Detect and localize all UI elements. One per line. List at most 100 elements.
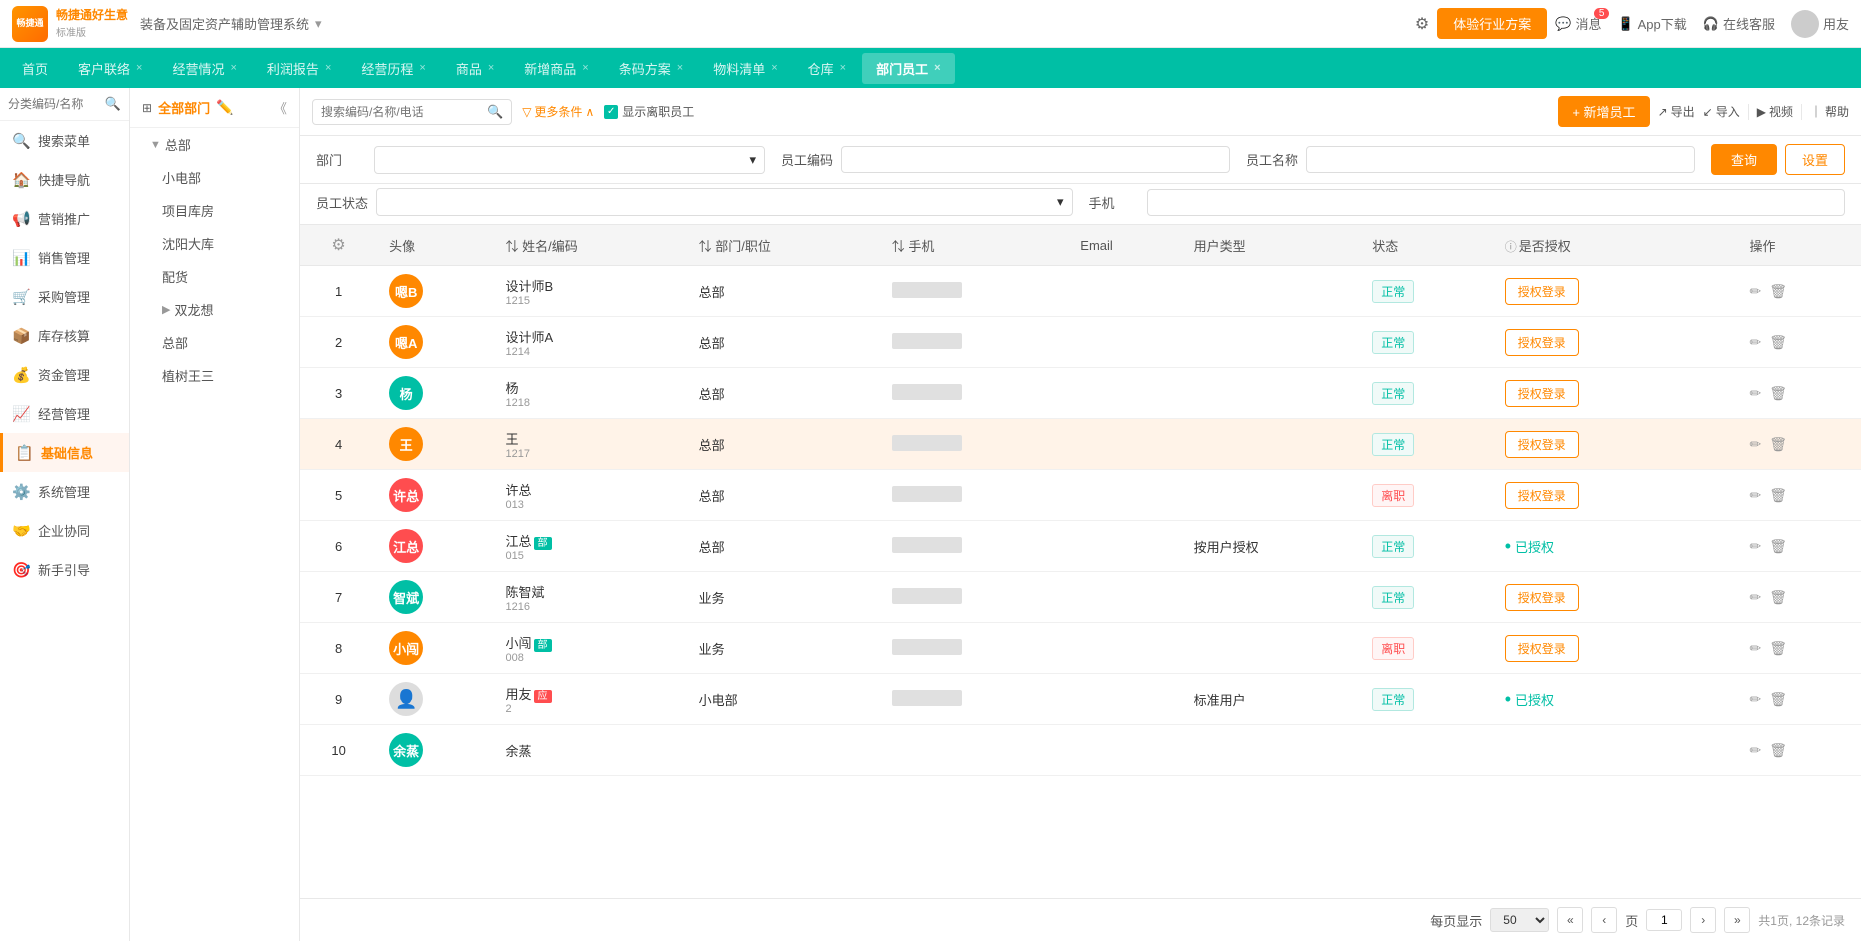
- tab-home[interactable]: 首页: [8, 53, 62, 84]
- delete-button[interactable]: 🗑: [1769, 538, 1787, 555]
- export-button[interactable]: ↗ 导出: [1658, 103, 1695, 120]
- filter-phone-input[interactable]: [1147, 189, 1846, 216]
- auth-login-button[interactable]: 授权登录: [1505, 329, 1579, 356]
- trial-button[interactable]: 体验行业方案: [1437, 8, 1547, 39]
- auth-login-button[interactable]: 授权登录: [1505, 431, 1579, 458]
- edit-button[interactable]: ✏: [1749, 487, 1761, 504]
- sidebar-item-marketing[interactable]: 📢 营销推广: [0, 199, 129, 238]
- dept-collapse-button[interactable]: 《: [274, 98, 287, 117]
- help-button[interactable]: ｜ 帮助: [1810, 103, 1849, 120]
- edit-button[interactable]: ✏: [1749, 742, 1761, 759]
- close-tab-icon[interactable]: ×: [677, 62, 683, 74]
- edit-button[interactable]: ✏: [1749, 589, 1761, 606]
- query-button[interactable]: 查询: [1711, 144, 1777, 175]
- col-dept-position[interactable]: ⇅ 部门/职位: [687, 225, 880, 266]
- close-tab-icon[interactable]: ×: [136, 62, 142, 74]
- edit-button[interactable]: ✏: [1749, 283, 1761, 300]
- sidebar-item-inventory[interactable]: 📦 库存核算: [0, 316, 129, 355]
- dept-tree-item-peihuo[interactable]: 配货: [130, 260, 299, 293]
- online-service-button[interactable]: 🎧 在线客服: [1703, 14, 1775, 33]
- filter-dept-select[interactable]: ▾: [374, 146, 765, 174]
- dept-tree-item-shuanglong[interactable]: ▶ 双龙想: [130, 293, 299, 326]
- tab-barcode[interactable]: 条码方案 ×: [605, 53, 697, 84]
- auth-login-button[interactable]: 授权登录: [1505, 278, 1579, 305]
- edit-button[interactable]: ✏: [1749, 385, 1761, 402]
- sidebar-item-operations[interactable]: 📈 经营管理: [0, 394, 129, 433]
- close-tab-icon[interactable]: ×: [325, 62, 331, 74]
- dept-edit-button[interactable]: ✏️: [216, 99, 233, 116]
- col-phone[interactable]: ⇅ 手机: [880, 225, 1069, 266]
- edit-button[interactable]: ✏: [1749, 640, 1761, 657]
- delete-button[interactable]: 🗑: [1769, 487, 1787, 504]
- sidebar-item-purchase[interactable]: 🛒 采购管理: [0, 277, 129, 316]
- delete-button[interactable]: 🗑: [1769, 385, 1787, 402]
- app-download-button[interactable]: 📱 App下载: [1617, 14, 1686, 33]
- tab-profit[interactable]: 利润报告 ×: [253, 53, 345, 84]
- tab-department-employee[interactable]: 部门员工 ×: [862, 53, 954, 84]
- filter-empname-input[interactable]: [1306, 146, 1695, 173]
- sidebar-item-basicinfo[interactable]: 📋 基础信息: [0, 433, 129, 472]
- dept-tree-item-shenyang[interactable]: 沈阳大库: [130, 227, 299, 260]
- tab-history[interactable]: 经营历程 ×: [347, 53, 439, 84]
- tab-operation[interactable]: 经营情况 ×: [158, 53, 250, 84]
- first-page-button[interactable]: «: [1557, 907, 1583, 933]
- tab-goods[interactable]: 商品 ×: [442, 53, 508, 84]
- delete-button[interactable]: 🗑: [1769, 589, 1787, 606]
- add-employee-button[interactable]: + 新增员工: [1558, 96, 1649, 127]
- filter-empcode-input[interactable]: [841, 146, 1230, 173]
- messages-button[interactable]: 💬 消息 5: [1555, 14, 1601, 33]
- sidebar-item-collab[interactable]: 🤝 企业协同: [0, 511, 129, 550]
- dept-tree-item-zongbu2[interactable]: 总部: [130, 326, 299, 359]
- sidebar-item-search[interactable]: 🔍 搜索菜单: [0, 121, 129, 160]
- edit-button[interactable]: ✏: [1749, 538, 1761, 555]
- dropdown-arrow-icon[interactable]: ▾: [315, 16, 322, 32]
- dept-tree-item-zongbu[interactable]: ▼ 总部: [130, 128, 299, 161]
- close-tab-icon[interactable]: ×: [840, 62, 846, 74]
- close-tab-icon[interactable]: ×: [419, 62, 425, 74]
- gear-button[interactable]: ⚙: [1415, 14, 1429, 34]
- search-input[interactable]: [321, 105, 481, 119]
- close-tab-icon[interactable]: ×: [771, 62, 777, 74]
- auth-login-button[interactable]: 授权登录: [1505, 584, 1579, 611]
- delete-button[interactable]: 🗑: [1769, 283, 1787, 300]
- sidebar-item-sales[interactable]: 📊 销售管理: [0, 238, 129, 277]
- col-settings[interactable]: ⚙: [300, 225, 377, 266]
- close-tab-active-icon[interactable]: ×: [934, 62, 940, 74]
- dept-tree-item-xiangmu[interactable]: 项目库房: [130, 194, 299, 227]
- dept-tree-item-xiaodibu[interactable]: 小电部: [130, 161, 299, 194]
- tab-customer[interactable]: 客户联络 ×: [64, 53, 156, 84]
- tab-add-goods[interactable]: 新增商品 ×: [510, 53, 602, 84]
- delete-button[interactable]: 🗑: [1769, 691, 1787, 708]
- sidebar-item-finance[interactable]: 💰 资金管理: [0, 355, 129, 394]
- page-number-input[interactable]: [1646, 909, 1682, 931]
- close-tab-icon[interactable]: ×: [230, 62, 236, 74]
- import-button[interactable]: ↙ 导入: [1703, 103, 1740, 120]
- per-page-select[interactable]: 50 20 100: [1490, 908, 1549, 932]
- close-tab-icon[interactable]: ×: [582, 62, 588, 74]
- delete-button[interactable]: 🗑: [1769, 436, 1787, 453]
- more-filter-button[interactable]: ▽ 更多条件 ∧: [522, 103, 594, 120]
- delete-button[interactable]: 🗑: [1769, 334, 1787, 351]
- dept-tree-item-zhishu[interactable]: 植树王三: [130, 359, 299, 392]
- next-page-button[interactable]: ›: [1690, 907, 1716, 933]
- user-profile-button[interactable]: 用友: [1791, 10, 1849, 38]
- show-resigned-checkbox[interactable]: ✓ 显示离职员工: [604, 103, 694, 120]
- last-page-button[interactable]: »: [1724, 907, 1750, 933]
- delete-button[interactable]: 🗑: [1769, 742, 1787, 759]
- sidebar-item-quicknav[interactable]: 🏠 快捷导航: [0, 160, 129, 199]
- edit-button[interactable]: ✏: [1749, 436, 1761, 453]
- sidebar-item-system[interactable]: ⚙️ 系统管理: [0, 472, 129, 511]
- close-tab-icon[interactable]: ×: [488, 62, 494, 74]
- sidebar-search-input[interactable]: [8, 97, 101, 111]
- view-button[interactable]: ▶ 视频: [1757, 103, 1793, 120]
- auth-login-button[interactable]: 授权登录: [1505, 482, 1579, 509]
- sidebar-item-guide[interactable]: 🎯 新手引导: [0, 550, 129, 589]
- edit-button[interactable]: ✏: [1749, 334, 1761, 351]
- tab-warehouse[interactable]: 仓库 ×: [794, 53, 860, 84]
- auth-login-button[interactable]: 授权登录: [1505, 380, 1579, 407]
- tab-bom[interactable]: 物料清单 ×: [699, 53, 791, 84]
- filter-status-select[interactable]: ▾: [376, 188, 1072, 216]
- auth-login-button[interactable]: 授权登录: [1505, 635, 1579, 662]
- edit-button[interactable]: ✏: [1749, 691, 1761, 708]
- prev-page-button[interactable]: ‹: [1591, 907, 1617, 933]
